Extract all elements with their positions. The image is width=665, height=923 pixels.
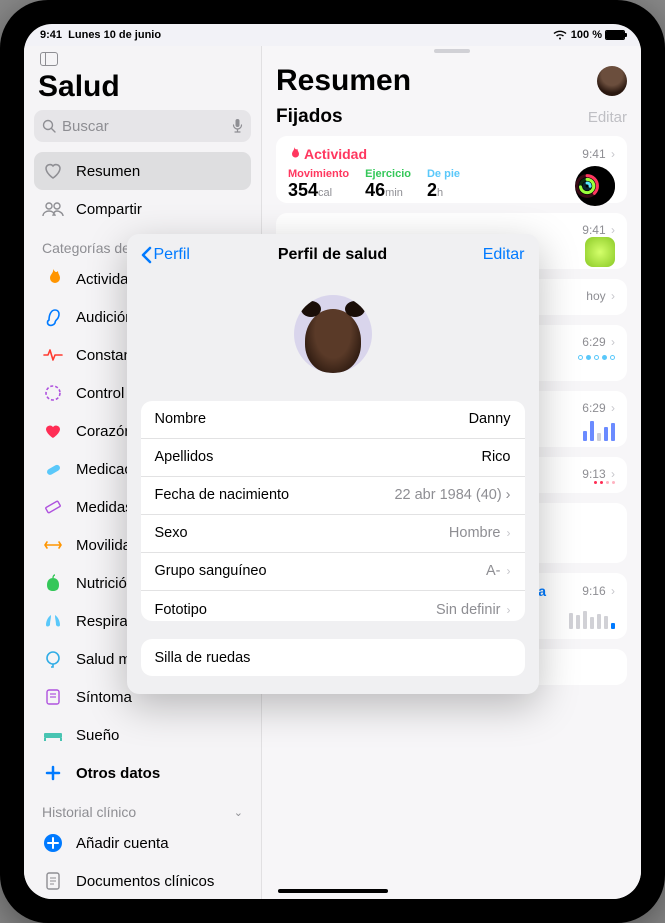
profile-details-group: Nombre Danny Apellidos Rico Fecha de nac… — [141, 401, 525, 622]
status-date: Lunes 10 de junio — [68, 29, 161, 41]
profile-avatar[interactable] — [294, 295, 372, 373]
battery-pct: 100 % — [571, 29, 602, 41]
chevron-left-icon — [141, 246, 152, 264]
screen: 9:41 Lunes 10 de junio 100 % Salud — [24, 24, 641, 899]
edit-button[interactable]: Editar — [483, 246, 525, 264]
profile-row-blood[interactable]: Grupo sanguíneo A-› — [141, 553, 525, 591]
status-bar: 9:41 Lunes 10 de junio 100 % — [24, 24, 641, 46]
back-button[interactable]: Perfil — [141, 246, 190, 264]
status-time: 9:41 — [40, 29, 62, 41]
home-indicator[interactable] — [278, 889, 388, 893]
profile-row-dob[interactable]: Fecha de nacimiento 22 abr 1984 (40)› — [141, 477, 525, 515]
status-left: 9:41 Lunes 10 de junio — [40, 29, 161, 41]
modal-backdrop: Perfil Perfil de salud Editar Nombre — [24, 46, 641, 899]
profile-row-wheelchair[interactable]: Silla de ruedas — [141, 639, 525, 676]
chevron-right-icon: › — [507, 603, 511, 617]
chevron-right-icon: › — [506, 487, 511, 503]
chevron-right-icon: › — [507, 564, 511, 578]
battery-indicator: 100 % — [571, 29, 625, 41]
profile-extra-group: Silla de ruedas — [141, 639, 525, 676]
modal-title: Perfil de salud — [278, 246, 387, 264]
profile-row-skin[interactable]: Fototipo Sin definir› — [141, 591, 525, 622]
status-right: 100 % — [553, 29, 625, 41]
ipad-frame: 9:41 Lunes 10 de junio 100 % Salud — [0, 0, 665, 923]
modal-nav: Perfil Perfil de salud Editar — [127, 234, 539, 277]
chevron-right-icon: › — [507, 526, 511, 540]
wifi-icon — [553, 30, 567, 40]
profile-row-name[interactable]: Nombre Danny — [141, 401, 525, 439]
profile-row-sex[interactable]: Sexo Hombre› — [141, 515, 525, 553]
profile-row-surname[interactable]: Apellidos Rico — [141, 439, 525, 477]
health-profile-modal: Perfil Perfil de salud Editar Nombre — [127, 234, 539, 694]
